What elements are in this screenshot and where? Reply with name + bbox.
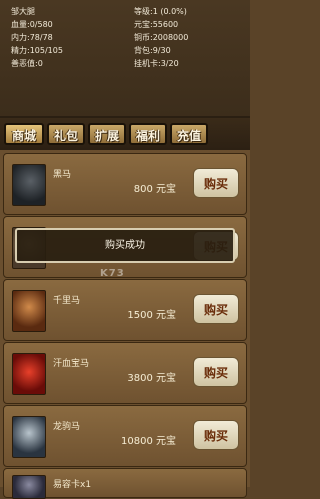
- list-item-black-horse: 黑马 800 元宝 购买: [3, 153, 247, 215]
- disguise-card-icon: [12, 475, 46, 499]
- item-name: 汗血宝马: [53, 359, 90, 369]
- copper-stat: 铜币:2008000: [134, 33, 189, 42]
- purchase-success-toast: 购买成功: [15, 228, 235, 263]
- player-name: 邹大腿: [11, 7, 35, 16]
- chestnut-horse-icon: [12, 290, 46, 332]
- item-price: 800 元宝: [133, 184, 176, 195]
- watermark: K73: [100, 268, 125, 279]
- black-horse-icon: [12, 164, 46, 206]
- list-item-hanxue-horse: 汗血宝马 3800 元宝 购买: [3, 342, 247, 404]
- item-name: 易容卡x1: [53, 480, 92, 490]
- buy-button[interactable]: 购买: [193, 294, 239, 324]
- buy-button[interactable]: 购买: [193, 168, 239, 198]
- list-item-qianli-horse: 千里马 1500 元宝 购买: [3, 279, 247, 341]
- item-name: 龙驹马: [53, 422, 81, 432]
- hp-stat: 血量:0/580: [11, 20, 53, 29]
- shop-tabs: 商城 礼包 扩展 福利 充值: [0, 118, 250, 150]
- idle-card-stat: 挂机卡:3/20: [134, 59, 179, 68]
- armored-horse-icon: [12, 416, 46, 458]
- item-name: 千里马: [53, 296, 81, 306]
- karma-stat: 善恶值:0: [11, 59, 43, 68]
- yuanbao-stat: 元宝:55600: [134, 20, 179, 29]
- level-stat: 等级:1 (0.0%): [134, 7, 187, 16]
- buy-button[interactable]: 购买: [193, 357, 239, 387]
- item-price: 1500 元宝: [127, 310, 176, 321]
- bag-stat: 背包:9/30: [134, 46, 171, 55]
- tab-expand[interactable]: 扩展: [88, 123, 126, 145]
- item-name: 黑马: [53, 170, 72, 180]
- list-item-dragon-horse: 龙驹马 10800 元宝 购买: [3, 405, 247, 467]
- list-item-disguise-card: 易容卡x1: [3, 468, 247, 499]
- mp-stat: 内力:78/78: [11, 33, 53, 42]
- tab-welfare[interactable]: 福利: [129, 123, 167, 145]
- red-horse-icon: [12, 353, 46, 395]
- item-list: 黑马 800 元宝 购买 购买 千里马 1500 元宝 购买 汗血宝马 3800…: [0, 150, 250, 499]
- tab-gift[interactable]: 礼包: [47, 123, 85, 145]
- tab-shop[interactable]: 商城: [4, 123, 44, 145]
- tab-recharge[interactable]: 充值: [170, 123, 208, 145]
- energy-stat: 精力:105/105: [11, 46, 63, 55]
- status-panel: 邹大腿 血量:0/580 内力:78/78 精力:105/105 善恶值:0 等…: [0, 0, 250, 118]
- item-price: 10800 元宝: [121, 436, 176, 447]
- buy-button[interactable]: 购买: [193, 420, 239, 450]
- item-price: 3800 元宝: [127, 373, 176, 384]
